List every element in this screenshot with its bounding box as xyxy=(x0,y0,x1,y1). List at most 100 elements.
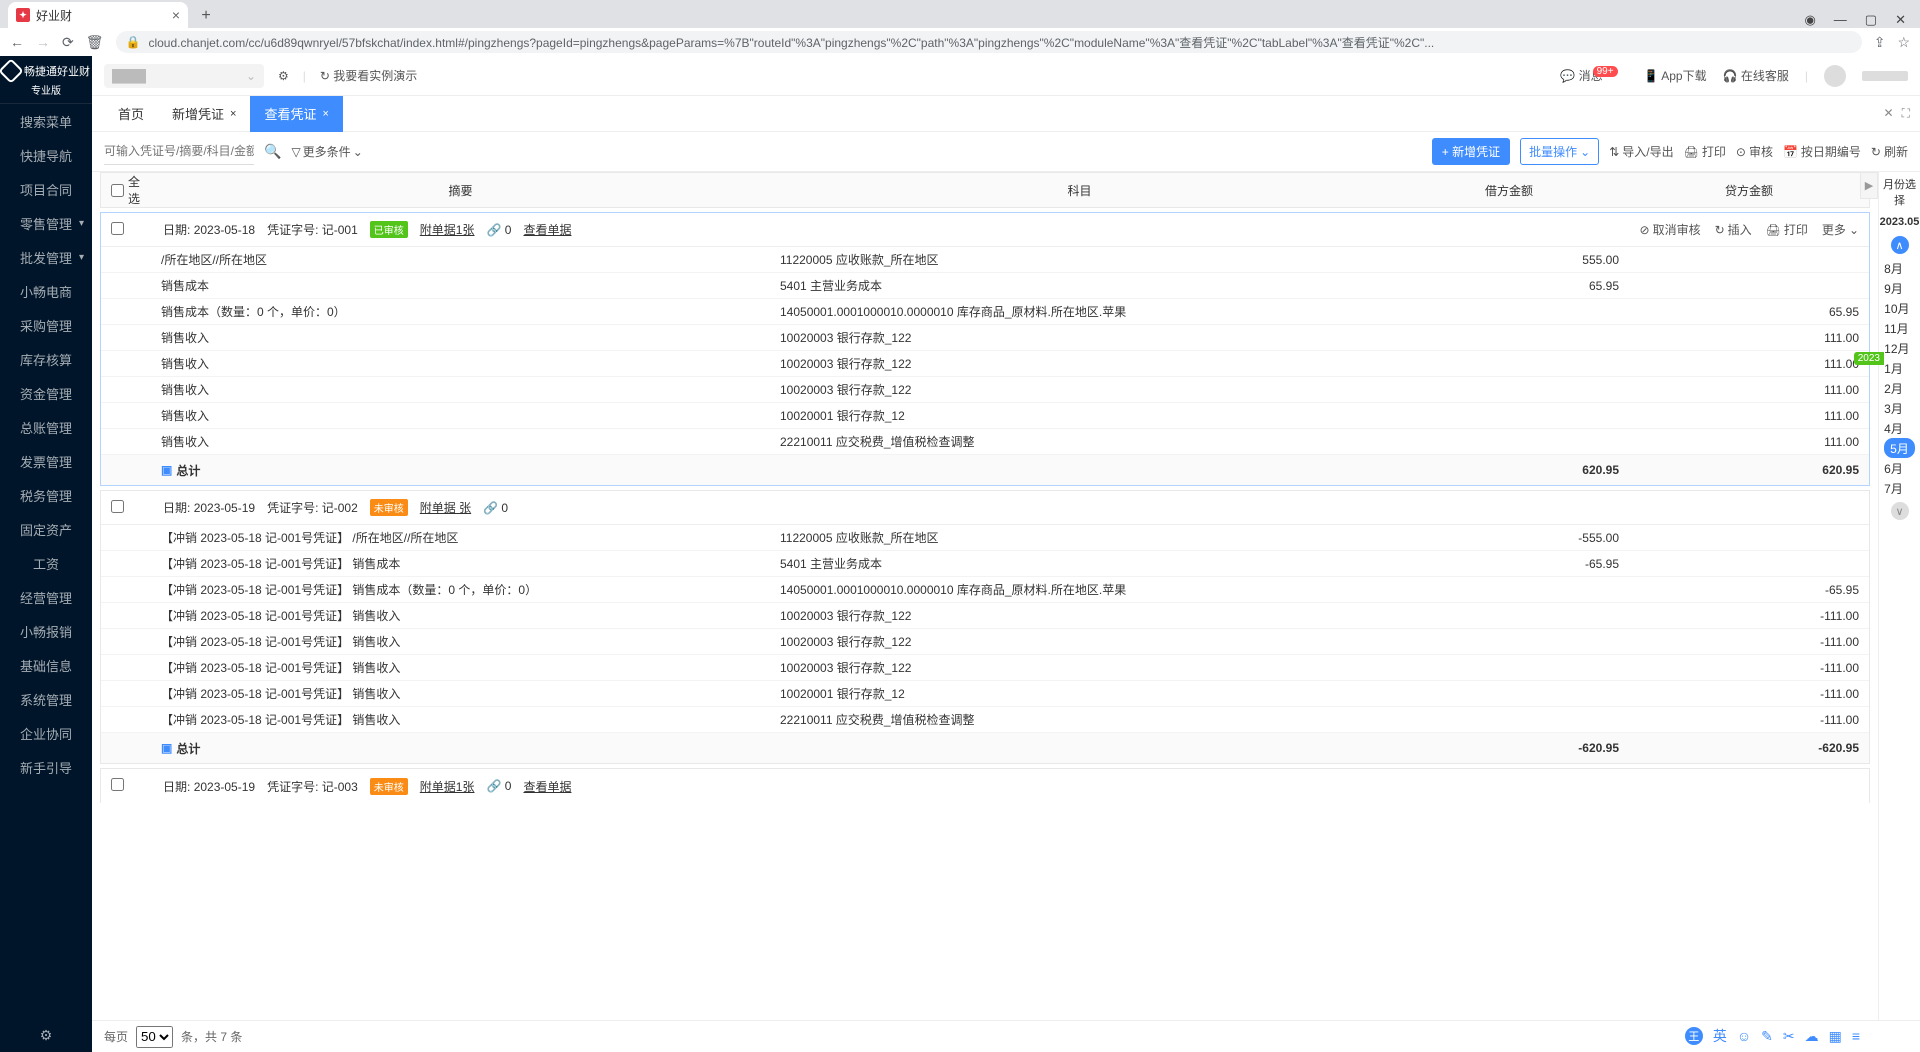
attachment-link[interactable]: 附单据1张 xyxy=(420,778,475,795)
voucher-row[interactable]: 【冲销 2023-05-18 记-001号凭证】 销售成本5401 主营业务成本… xyxy=(101,551,1869,577)
scroll-up-icon[interactable]: ∧ xyxy=(1891,236,1909,254)
browser-tab[interactable]: ✦ 好业财 × xyxy=(8,2,188,28)
month-item[interactable]: 6月 xyxy=(1884,458,1915,478)
insert-button[interactable]: ↻ 插入 xyxy=(1715,221,1752,238)
view-doc-link[interactable]: 查看单据 xyxy=(523,221,571,238)
ime-scissor-icon[interactable]: ✂ xyxy=(1783,1028,1795,1045)
demo-link[interactable]: ↻ 我要看实例演示 xyxy=(320,67,417,84)
close-window-icon[interactable]: ✕ xyxy=(1895,12,1906,28)
sidebar-item[interactable]: 系统管理 xyxy=(0,682,92,716)
refresh-link[interactable]: ↻ 刷新 xyxy=(1871,143,1908,160)
sidebar-item[interactable]: 新手引导 xyxy=(0,750,92,784)
tab-close-icon[interactable]: × xyxy=(172,7,180,23)
batch-button[interactable]: 批量操作 ⌄ xyxy=(1520,138,1599,165)
month-item[interactable]: 10月 xyxy=(1884,298,1915,318)
address-bar[interactable]: 🔒 cloud.chanjet.com/cc/u6d89qwnryel/57bf… xyxy=(116,31,1862,53)
tab-new-voucher[interactable]: 新增凭证× xyxy=(158,96,250,132)
month-item[interactable]: 7月 xyxy=(1884,478,1915,498)
month-item[interactable]: 9月 xyxy=(1884,278,1915,298)
ime-edit-icon[interactable]: ✎ xyxy=(1761,1028,1773,1045)
import-export-link[interactable]: ⇅ 导入/导出 xyxy=(1609,143,1673,160)
voucher-row[interactable]: 【冲销 2023-05-18 记-001号凭证】 销售收入10020003 银行… xyxy=(101,629,1869,655)
more-filters[interactable]: ▽ 更多条件 ⌄ xyxy=(291,143,362,160)
trash-icon[interactable]: 🗑 xyxy=(86,34,104,51)
reload-icon[interactable]: ⟳ xyxy=(62,34,74,51)
voucher-row[interactable]: 销售收入10020003 银行存款_122111.00 xyxy=(101,325,1869,351)
cancel-audit-button[interactable]: ⊘ 取消审核 xyxy=(1640,221,1701,238)
search-icon[interactable]: 🔍 xyxy=(264,143,281,160)
gear-icon[interactable]: ⚙ xyxy=(278,69,289,83)
minimize-icon[interactable]: — xyxy=(1834,12,1847,28)
month-item[interactable]: 4月 xyxy=(1884,418,1915,438)
audit-link[interactable]: ⊙ 审核 xyxy=(1736,143,1773,160)
voucher-row[interactable]: /所在地区//所在地区11220005 应收账款_所在地区555.00 xyxy=(101,247,1869,273)
sidebar-item[interactable]: 快捷导航 xyxy=(0,138,92,172)
voucher-row[interactable]: 【冲销 2023-05-18 记-001号凭证】 销售收入10020003 银行… xyxy=(101,603,1869,629)
month-item[interactable]: 8月 xyxy=(1884,258,1915,278)
attachment-link[interactable]: 附单据 张 xyxy=(420,499,471,516)
month-item[interactable]: 12月 xyxy=(1884,338,1915,358)
sidebar-item[interactable]: 搜索菜单 xyxy=(0,104,92,138)
voucher-row[interactable]: 【冲销 2023-05-18 记-001号凭证】 销售收入10020001 银行… xyxy=(101,681,1869,707)
sidebar-item[interactable]: 采购管理 xyxy=(0,308,92,342)
org-selector[interactable]: ████⌄ xyxy=(104,64,264,88)
user-icon[interactable]: ◉ xyxy=(1804,12,1815,28)
row-checkbox[interactable] xyxy=(111,500,124,513)
sidebar-item[interactable]: 企业协同 xyxy=(0,716,92,750)
sidebar-item[interactable]: 小畅电商 xyxy=(0,274,92,308)
month-item[interactable]: 2月 xyxy=(1884,378,1915,398)
sidebar-item[interactable]: 基础信息 xyxy=(0,648,92,682)
sidebar-item[interactable]: 发票管理 xyxy=(0,444,92,478)
download-link[interactable]: 📱 App下载 xyxy=(1644,67,1707,84)
sidebar-item[interactable]: 税务管理 xyxy=(0,478,92,512)
row-checkbox[interactable] xyxy=(111,778,124,791)
ime-img-icon[interactable]: ▦ xyxy=(1829,1028,1842,1045)
service-link[interactable]: 🎧 在线客服 xyxy=(1723,67,1789,84)
voucher-row[interactable]: 【冲销 2023-05-18 记-001号凭证】 销售收入10020003 银行… xyxy=(101,655,1869,681)
voucher-row[interactable]: 销售成本5401 主营业务成本65.95 xyxy=(101,273,1869,299)
row-checkbox[interactable] xyxy=(111,222,124,235)
attachment-link[interactable]: 附单据1张 xyxy=(420,221,475,238)
back-icon[interactable]: ← xyxy=(10,34,24,50)
month-item[interactable]: 1月 xyxy=(1884,358,1915,378)
voucher-row[interactable]: 销售收入22210011 应交税费_增值税检查调整111.00 xyxy=(101,429,1869,455)
print-button[interactable]: 🖨 打印 xyxy=(1766,221,1808,238)
voucher-row[interactable]: 【冲销 2023-05-18 记-001号凭证】 销售成本（数量：0 个，单价：… xyxy=(101,577,1869,603)
ime-emoji-icon[interactable]: ☺ xyxy=(1737,1028,1751,1044)
ime-lang[interactable]: 英 xyxy=(1713,1026,1727,1046)
new-voucher-button[interactable]: + 新增凭证 xyxy=(1432,138,1510,165)
voucher-row[interactable]: 销售收入10020003 银行存款_122111.00 xyxy=(101,351,1869,377)
print-link[interactable]: 🖨 打印 xyxy=(1684,143,1726,160)
sidebar-item[interactable]: 小畅报销 xyxy=(0,614,92,648)
sidebar-item[interactable]: 批发管理▾ xyxy=(0,240,92,274)
sidebar-item[interactable]: 库存核算 xyxy=(0,342,92,376)
sidebar-item[interactable]: 总账管理 xyxy=(0,410,92,444)
maximize-icon[interactable]: ▢ xyxy=(1865,12,1877,28)
voucher-row[interactable]: 【冲销 2023-05-18 记-001号凭证】 销售收入22210011 应交… xyxy=(101,707,1869,733)
month-item[interactable]: 11月 xyxy=(1884,318,1915,338)
new-tab-button[interactable]: + xyxy=(194,4,218,28)
settings-icon[interactable]: ⚙ xyxy=(0,1018,92,1052)
ime-menu-icon[interactable]: ≡ xyxy=(1852,1028,1860,1044)
ime-icon[interactable]: 王 xyxy=(1685,1027,1703,1045)
voucher-row[interactable]: 销售成本（数量：0 个，单价：0）14050001.0001000010.000… xyxy=(101,299,1869,325)
view-doc-link[interactable]: 查看单据 xyxy=(523,778,571,795)
sidebar-item[interactable]: 资金管理 xyxy=(0,376,92,410)
tab-home[interactable]: 首页 xyxy=(104,96,158,132)
sidebar-item[interactable]: 固定资产 xyxy=(0,512,92,546)
more-button[interactable]: 更多 ⌄ xyxy=(1822,221,1859,238)
voucher-row[interactable]: 【冲销 2023-05-18 记-001号凭证】 /所在地区//所在地区1122… xyxy=(101,525,1869,551)
message-link[interactable]: 💬 消息99+ xyxy=(1560,67,1627,84)
ime-cloud-icon[interactable]: ☁ xyxy=(1805,1028,1819,1045)
expand-icon[interactable]: ⛶ xyxy=(1902,106,1910,121)
avatar[interactable] xyxy=(1824,65,1846,87)
sidebar-item[interactable]: 零售管理▾ xyxy=(0,206,92,240)
tab-view-voucher[interactable]: 查看凭证× xyxy=(250,96,342,132)
close-icon[interactable]: × xyxy=(322,108,328,120)
forward-icon[interactable]: → xyxy=(36,34,50,50)
sidebar-item[interactable]: 经营管理 xyxy=(0,580,92,614)
voucher-row[interactable]: 销售收入10020003 银行存款_122111.00 xyxy=(101,377,1869,403)
reorder-link[interactable]: 📅 按日期编号 xyxy=(1783,143,1861,160)
sidebar-item[interactable]: 工资 xyxy=(0,546,92,580)
per-page-select[interactable]: 50 xyxy=(136,1026,173,1048)
